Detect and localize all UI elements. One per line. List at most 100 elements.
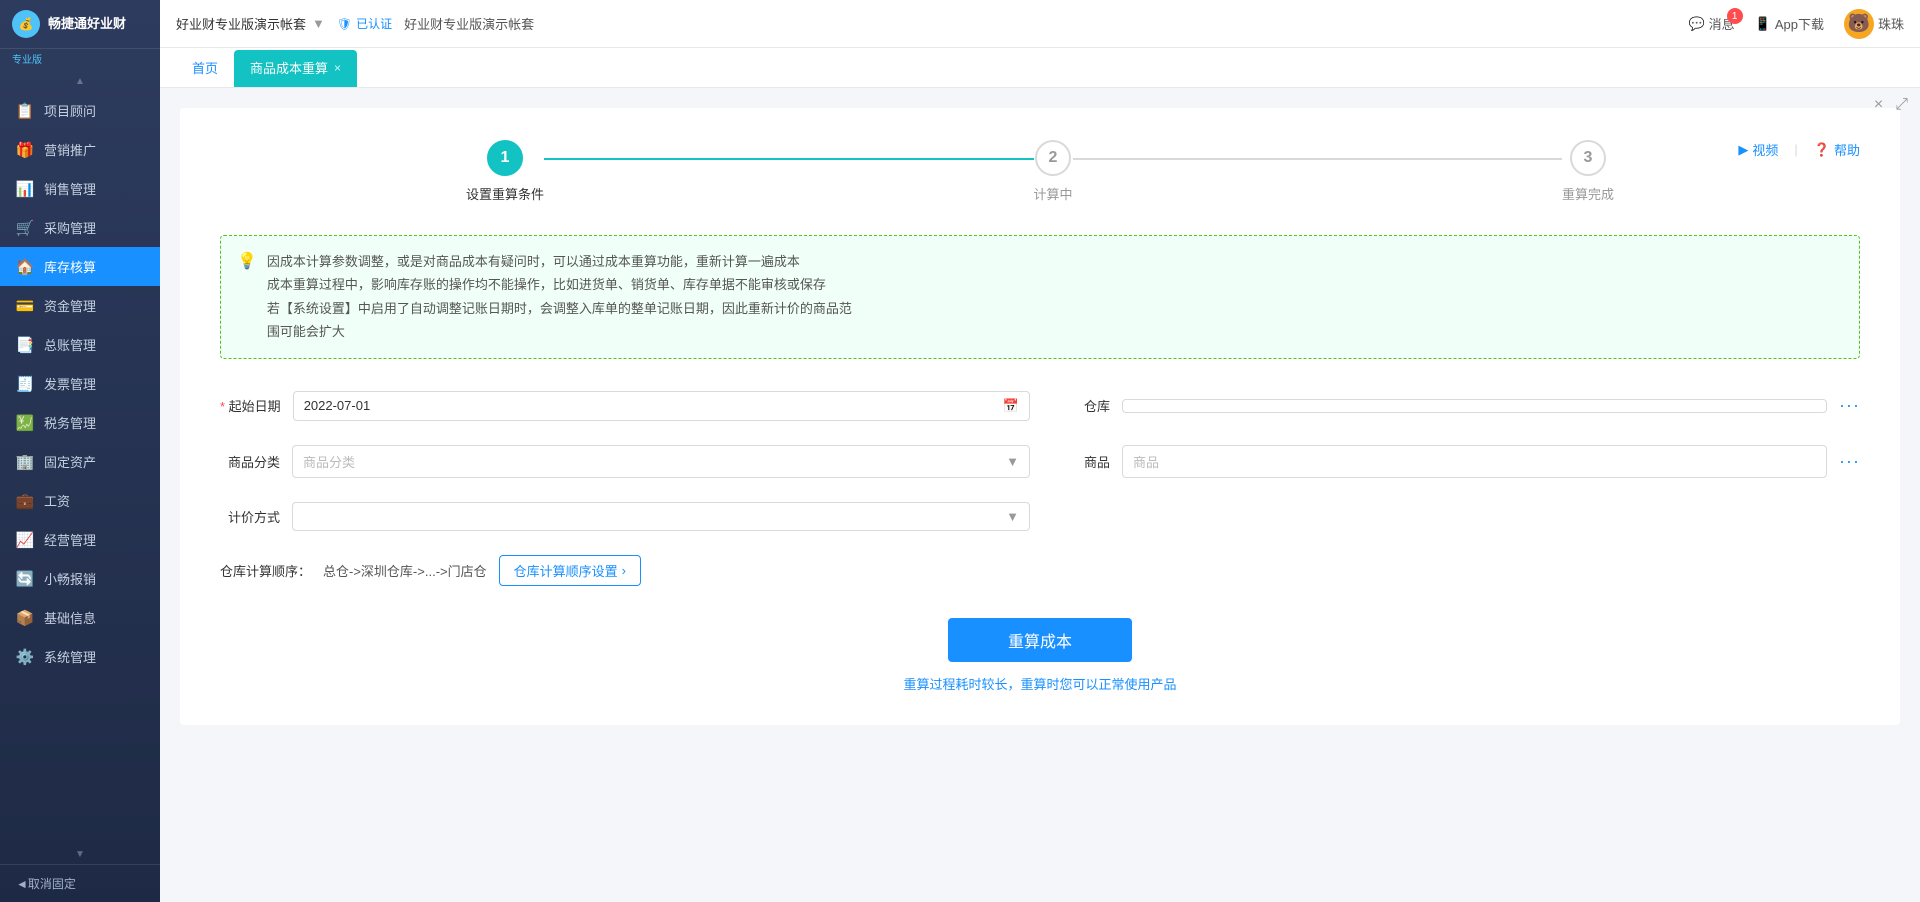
salary-icon: 💼 [16,492,34,510]
warehouse-field: 仓库 ··· [1050,395,1860,416]
sidebar-item-assets[interactable]: 🏢 固定资产 [0,442,160,481]
sidebar: 💰 畅捷通好业财 专业版 ▲ 📋 项目顾问 🎁 营销推广 📊 销售管理 🛒 采购… [0,0,160,902]
sidebar-item-accounting[interactable]: 📑 总账管理 [0,325,160,364]
user-avatar-button[interactable]: 🐻 珠珠 [1844,9,1904,39]
video-label: 视频 [1752,140,1778,159]
pricing-field: 计价方式 ▼ [220,502,1030,531]
shield-icon: 🛡 [337,17,352,31]
expense-icon: 🔄 [16,570,34,588]
form-row-3: 计价方式 ▼ [220,502,1860,531]
avatar: 🐻 [1844,9,1874,39]
help-divider: | [1794,142,1797,157]
sidebar-item-basic[interactable]: 📦 基础信息 [0,598,160,637]
app-edition: 专业版 [0,49,160,72]
account-selector[interactable]: 好业财专业版演示帐套 ▼ [176,14,325,33]
sidebar-item-label: 营销推广 [44,140,96,159]
calendar-icon[interactable]: 📅 [1003,398,1019,414]
window-controls: × ⤢ [1874,96,1908,114]
tab-bar: 首页 商品成本重算 × [160,48,1920,88]
sidebar-item-label: 工资 [44,491,70,510]
step-3: 3 重算完成 [1562,140,1614,203]
step-2-label: 计算中 [1034,184,1073,203]
recalc-section: 重算成本 重算过程耗时较长，重算时您可以正常使用产品 [220,618,1860,693]
warehouse-input[interactable] [1122,399,1827,413]
play-icon: ▶ [1738,142,1748,158]
goods-input[interactable]: 商品 [1122,445,1827,478]
sidebar-item-label: 销售管理 [44,179,96,198]
recalc-button[interactable]: 重算成本 [948,618,1132,662]
sidebar-item-finance[interactable]: 💳 资金管理 [0,286,160,325]
phone-icon: 📱 [1755,16,1771,32]
sidebar-item-system[interactable]: ⚙️ 系统管理 [0,637,160,676]
goods-more-btn[interactable]: ··· [1839,451,1860,472]
step-1: 1 设置重算条件 [466,140,544,203]
sidebar-item-invoice[interactable]: 🧾 发票管理 [0,364,160,403]
form-row-1: 起始日期 2022-07-01 📅 仓库 ··· [220,391,1860,421]
step-3-label: 重算完成 [1562,184,1614,203]
warehouse-order-prefix: 仓库计算顺序： [220,561,311,580]
scroll-up-indicator: ▲ [0,72,160,91]
steps-bar: 1 设置重算条件 2 计算中 3 重算完成 [466,140,1614,203]
sidebar-item-tax[interactable]: 💹 税务管理 [0,403,160,442]
category-select[interactable]: 商品分类 ▼ [292,445,1030,478]
sidebar-item-project[interactable]: 📋 项目顾问 [0,91,160,130]
app-download-button[interactable]: 📱 App下载 [1755,14,1824,33]
help-links: ▶ 视频 | ❓ 帮助 [1738,140,1860,159]
assets-icon: 🏢 [16,453,34,471]
help-doc-link[interactable]: ❓ 帮助 [1814,140,1860,159]
sidebar-item-marketing[interactable]: 🎁 营销推广 [0,130,160,169]
sidebar-item-inventory[interactable]: 🏠 库存核算 [0,247,160,286]
chevron-right-icon: › [622,563,626,578]
verified-badge: 🛡 已认证 [337,15,392,32]
sidebar-item-label: 资金管理 [44,296,96,315]
step-1-circle: 1 [487,140,523,176]
warehouse-more-btn[interactable]: ··· [1839,395,1860,416]
sidebar-item-purchase[interactable]: 🛒 采购管理 [0,208,160,247]
warehouse-order-settings-button[interactable]: 仓库计算顺序设置 › [499,555,641,586]
form-row-2: 商品分类 商品分类 ▼ 商品 商品 ··· [220,445,1860,478]
start-date-input[interactable]: 2022-07-01 📅 [293,391,1030,421]
step-3-circle: 3 [1570,140,1606,176]
sidebar-item-expense[interactable]: 🔄 小畅报销 [0,559,160,598]
category-placeholder: 商品分类 [303,452,355,471]
question-icon: ❓ [1814,142,1830,158]
message-badge: 1 [1727,8,1743,24]
marketing-icon: 🎁 [16,141,34,159]
sidebar-item-label: 经营管理 [44,530,96,549]
pricing-dropdown-icon: ▼ [1006,509,1019,524]
sidebar-item-label: 系统管理 [44,647,96,666]
sidebar-item-label: 项目顾问 [44,101,96,120]
info-line-2: 成本重算过程中，影响库存账的操作均不能操作，比如进货单、销货单、库存单据不能审核… [267,273,852,296]
account-name-display: 好业财专业版演示帐套 [176,14,306,33]
sidebar-item-sales[interactable]: 📊 销售管理 [0,169,160,208]
tab-recalc-label: 商品成本重算 [250,58,328,77]
cancel-fixed-button[interactable]: ◄取消固定 [0,864,160,902]
sidebar-items: 📋 项目顾问 🎁 营销推广 📊 销售管理 🛒 采购管理 🏠 库存核算 💳 资金管… [0,91,160,845]
dropdown-icon: ▼ [312,16,325,31]
warehouse-order-btn-label: 仓库计算顺序设置 [514,561,618,580]
tab-close-icon[interactable]: × [334,61,341,75]
video-help-link[interactable]: ▶ 视频 [1738,140,1778,159]
info-line-4: 围可能会扩大 [267,320,852,343]
start-date-value: 2022-07-01 [304,398,995,413]
sidebar-item-label: 发票管理 [44,374,96,393]
sidebar-item-operation[interactable]: 📈 经营管理 [0,520,160,559]
goods-label: 商品 [1050,452,1110,471]
topbar: 好业财专业版演示帐套 ▼ 🛡 已认证 好业财专业版演示帐套 💬 消息 1 📱 A… [160,0,1920,48]
sales-icon: 📊 [16,180,34,198]
message-button[interactable]: 💬 消息 1 [1688,14,1734,33]
project-icon: 📋 [16,102,34,120]
sidebar-item-salary[interactable]: 💼 工资 [0,481,160,520]
start-date-field: 起始日期 2022-07-01 📅 [220,391,1030,421]
category-dropdown-icon: ▼ [1006,454,1019,469]
tab-recalc[interactable]: 商品成本重算 × [234,50,357,87]
info-notice-box: 💡 因成本计算参数调整，或是对商品成本有疑问时，可以通过成本重算功能，重新计算一… [220,235,1860,359]
sidebar-item-label: 库存核算 [44,257,96,276]
close-window-icon[interactable]: × [1874,96,1883,114]
expand-window-icon[interactable]: ⤢ [1895,96,1908,114]
tab-home[interactable]: 首页 [176,50,234,87]
pricing-select[interactable]: ▼ [292,502,1030,531]
step-1-label: 设置重算条件 [466,184,544,203]
app-name: 畅捷通好业财 [48,16,126,32]
warehouse-order-row: 仓库计算顺序： 总仓->深圳仓库->...->门店仓 仓库计算顺序设置 › [220,555,1860,586]
